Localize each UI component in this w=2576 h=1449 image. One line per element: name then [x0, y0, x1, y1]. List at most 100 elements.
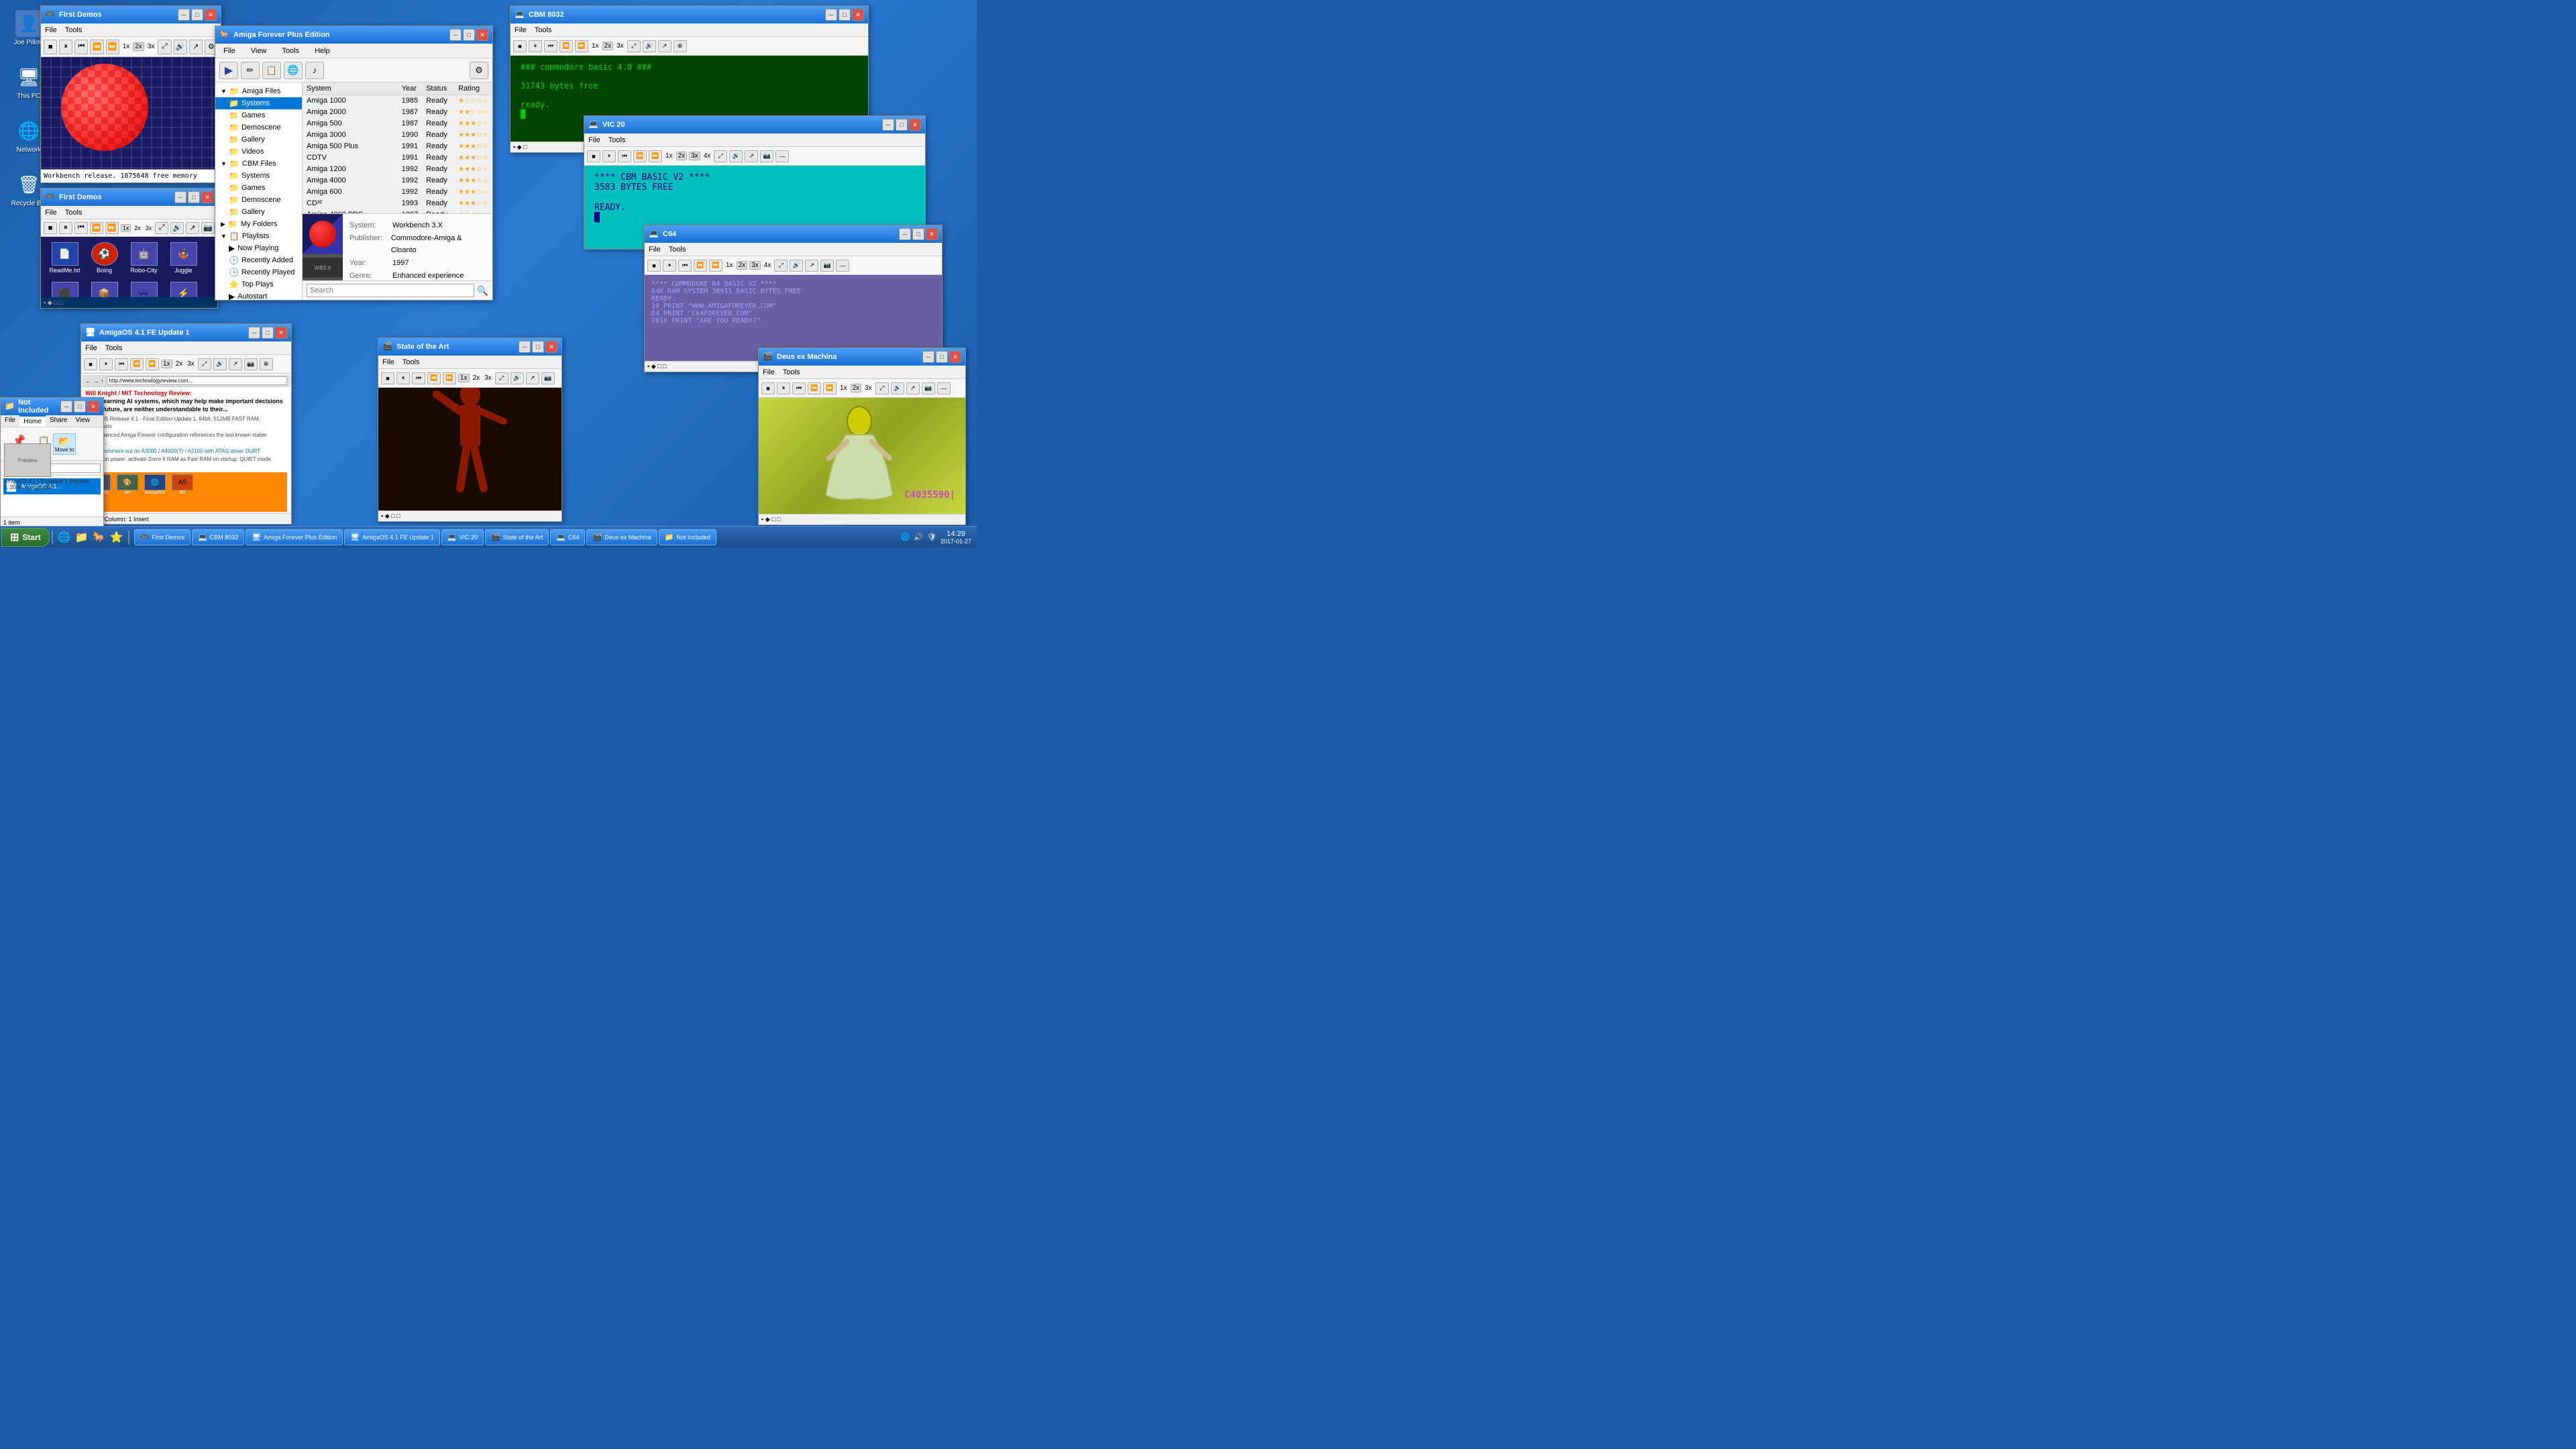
a41-wb-icon-amiganet[interactable]: 🌐 AmigaNet: [142, 474, 168, 512]
deus-ex-maximize[interactable]: □: [936, 351, 948, 363]
a41-fwd[interactable]: ⏩: [146, 358, 159, 370]
vic20-stop[interactable]: ■: [587, 150, 600, 162]
quicklaunch-explorer[interactable]: 📁: [74, 529, 90, 545]
col-system[interactable]: System: [303, 83, 398, 95]
c64-extra[interactable]: —: [836, 260, 849, 272]
cbm8032-fwd[interactable]: ⏩: [575, 40, 588, 52]
dex-extra[interactable]: —: [937, 382, 951, 394]
c64-pause[interactable]: ⏸: [663, 260, 676, 272]
a41-article-link[interactable]: Safely comment out on A3000 / A4000(T) /…: [85, 448, 287, 455]
fd2-speed-3x[interactable]: 3x: [144, 225, 154, 231]
tree-cbm-demo[interactable]: 📁 Demoscene: [215, 194, 302, 206]
deus-ex-menu-tools[interactable]: Tools: [783, 368, 800, 376]
cbm8032-share[interactable]: ↗: [658, 40, 672, 52]
dex-2x[interactable]: 2x: [851, 384, 862, 392]
share-button[interactable]: ↗: [189, 40, 203, 54]
vic20-close[interactable]: ✕: [909, 119, 921, 131]
tree-playlists[interactable]: ▼ 📋 Playlists: [215, 230, 302, 242]
fd2-maximize[interactable]: □: [188, 191, 200, 203]
taskbar-clock[interactable]: 14:29 2017-01-27: [941, 530, 971, 545]
fe-maximize[interactable]: □: [74, 400, 86, 413]
a41-extra[interactable]: ⊕: [260, 358, 273, 370]
dex-cam[interactable]: 📷: [922, 382, 935, 394]
vic20-3x[interactable]: 3x: [689, 152, 700, 160]
tree-cbm-gallery[interactable]: 📁 Gallery: [215, 206, 302, 218]
dex-pause[interactable]: ⏸: [777, 382, 790, 394]
c64-prev[interactable]: ⏮: [678, 260, 692, 272]
fe-tab-file[interactable]: File: [1, 415, 19, 427]
taskbar-amigaos41[interactable]: 🖥 AmigaOS 4.1 FE Update 1: [344, 529, 440, 545]
rew-button[interactable]: ⏪: [90, 40, 103, 54]
fd2-speed-2x[interactable]: 2x: [133, 225, 142, 231]
cbm8032-rew[interactable]: ⏪: [559, 40, 573, 52]
a41-wb-icon-a5[interactable]: A5 A5: [170, 474, 195, 512]
table-row[interactable]: Amiga 500 Plus1991Ready★★★☆☆: [303, 141, 492, 152]
cbm8032-size[interactable]: ⤢: [627, 40, 641, 52]
af-menu-view[interactable]: View: [248, 46, 270, 56]
fe-tab-view[interactable]: View: [72, 415, 95, 427]
fd2-icon-readme[interactable]: 📄 ReadMe.txt: [46, 242, 83, 274]
size-button[interactable]: ⤢: [158, 40, 171, 54]
deus-ex-menu-file[interactable]: File: [763, 368, 775, 376]
c64-rew[interactable]: ⏪: [694, 260, 707, 272]
fe-minimize[interactable]: ─: [60, 400, 72, 413]
deus-ex-minimize[interactable]: ─: [922, 351, 934, 363]
c64-4x[interactable]: 4x: [763, 262, 773, 269]
tree-videos[interactable]: 📁 Videos: [215, 146, 302, 158]
tree-systems[interactable]: 📁 Systems: [215, 97, 302, 109]
amigaos41-menu-tools[interactable]: Tools: [105, 344, 123, 352]
col-rating[interactable]: Rating: [454, 83, 492, 95]
state-art-maximize[interactable]: □: [532, 341, 544, 353]
search-button[interactable]: 🔍: [477, 285, 488, 297]
cbm8032-2x[interactable]: 2x: [602, 42, 614, 50]
table-row[interactable]: Amiga 6001992Ready★★★☆☆: [303, 186, 492, 198]
fe-close[interactable]: ✕: [87, 400, 99, 413]
cbm8032-menu-file[interactable]: File: [515, 26, 527, 34]
c64-2x[interactable]: 2x: [737, 261, 748, 270]
table-row[interactable]: Amiga 10001985Ready★☆☆☆☆: [303, 95, 492, 107]
soa-audio[interactable]: 🔊: [511, 372, 524, 384]
vic20-maximize[interactable]: □: [896, 119, 908, 131]
cbm8032-pause[interactable]: ⏸: [529, 40, 542, 52]
c64-minimize[interactable]: ─: [899, 228, 911, 240]
taskbar-file-explorer[interactable]: 📁 Not Included: [659, 529, 716, 545]
quicklaunch-amiga[interactable]: 🐎: [91, 529, 107, 545]
state-art-menu-file[interactable]: File: [382, 358, 394, 366]
c64-3x[interactable]: 3x: [749, 261, 761, 270]
c64-size[interactable]: ⤢: [774, 260, 788, 272]
audio-button[interactable]: 🔊: [174, 40, 187, 54]
tree-top-plays[interactable]: ⭐ Top Plays: [215, 278, 302, 290]
dex-share[interactable]: ↗: [906, 382, 920, 394]
table-row[interactable]: CDTV1991Ready★★★☆☆: [303, 152, 492, 164]
a41-cam[interactable]: 📷: [244, 358, 258, 370]
soa-cam[interactable]: 📷: [541, 372, 555, 384]
fd2-audio[interactable]: 🔊: [170, 222, 184, 234]
af-menu-help[interactable]: Help: [312, 46, 333, 56]
a41-audio[interactable]: 🔊: [213, 358, 227, 370]
a41-3x[interactable]: 3x: [186, 360, 196, 368]
dex-rew[interactable]: ⏪: [808, 382, 821, 394]
fd2-icon-robo[interactable]: 🤖 Robo-City: [125, 242, 162, 274]
table-row[interactable]: CD³²1993Ready★★★☆☆: [303, 198, 492, 209]
dex-size[interactable]: ⤢: [875, 382, 889, 394]
table-row[interactable]: Amiga 20001987Ready★★☆☆☆: [303, 107, 492, 118]
af-copy-button[interactable]: 📋: [262, 62, 281, 79]
soa-fwd[interactable]: ⏩: [443, 372, 456, 384]
table-row[interactable]: Amiga 40001992Ready★★★☆☆: [303, 175, 492, 186]
c64-menu-tools[interactable]: Tools: [669, 246, 686, 254]
af-close[interactable]: ✕: [476, 29, 488, 41]
cbm8032-stop[interactable]: ■: [513, 40, 527, 52]
vic20-size[interactable]: ⤢: [714, 150, 727, 162]
c64-fwd[interactable]: ⏩: [709, 260, 722, 272]
a41-2x[interactable]: 2x: [174, 360, 184, 368]
fd2-stop[interactable]: ■: [44, 222, 57, 234]
tray-shield-icon[interactable]: 🛡: [927, 533, 936, 541]
fd2-icon-lines[interactable]: 〰 Lines: [125, 282, 162, 297]
fd2-minimize[interactable]: ─: [174, 191, 186, 203]
speed-2x[interactable]: 2x: [133, 42, 144, 51]
fd2-menu-file[interactable]: File: [45, 209, 57, 217]
a41-stop[interactable]: ■: [84, 358, 97, 370]
a41-inner-btn[interactable]: ← → ↑: [85, 378, 104, 384]
taskbar-state-art[interactable]: 🎬 State of the Art: [485, 529, 549, 545]
cbm8032-maximize[interactable]: □: [839, 9, 851, 21]
